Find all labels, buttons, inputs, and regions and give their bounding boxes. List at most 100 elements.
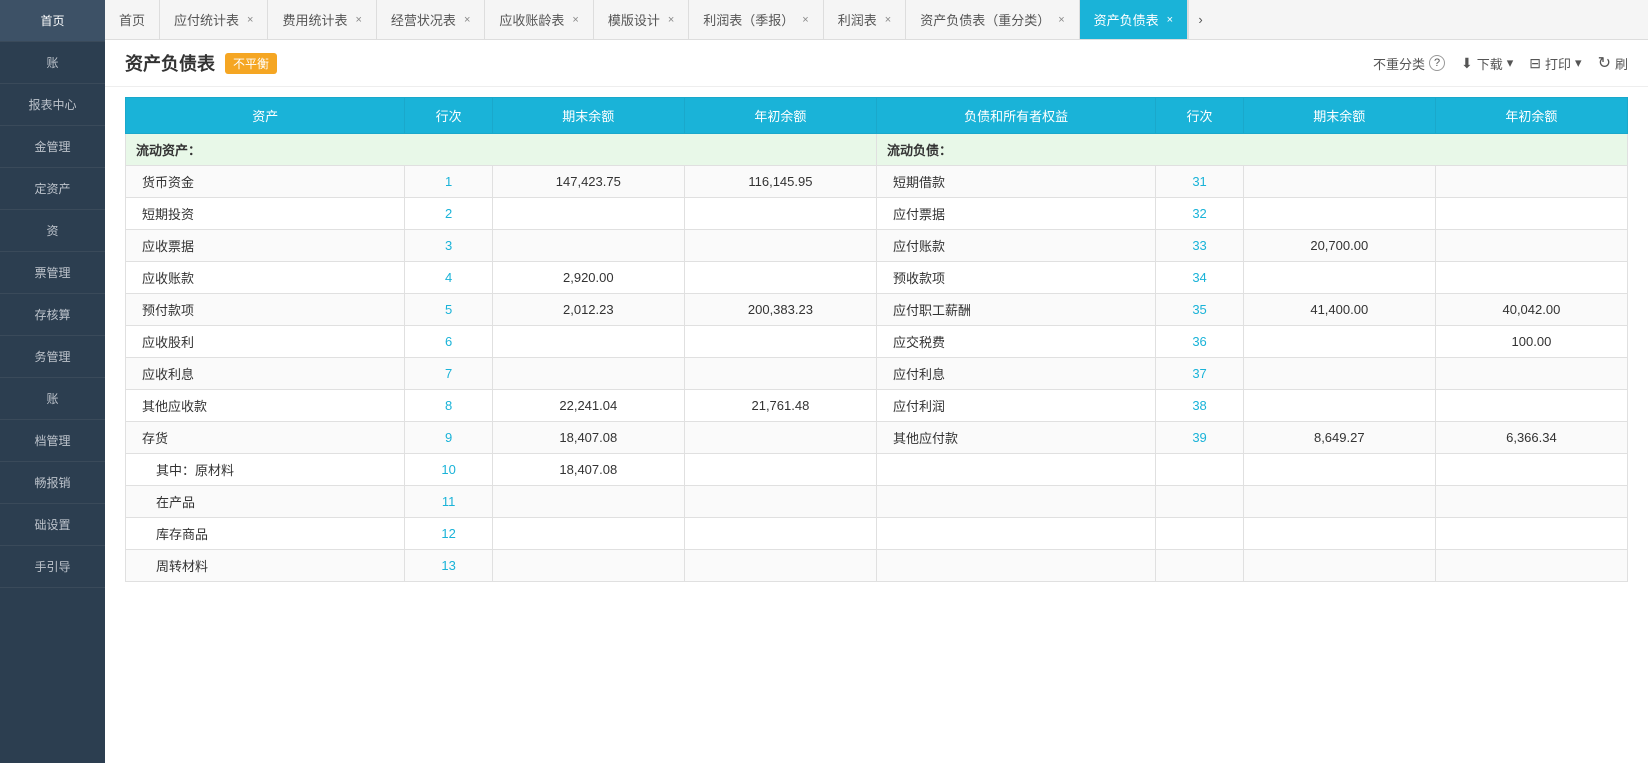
print-action[interactable]: ⊟ 打印 ▾ bbox=[1529, 54, 1581, 73]
tab-close-template-design[interactable]: × bbox=[668, 14, 674, 26]
year-start-right: 40,042.00 bbox=[1435, 294, 1627, 326]
period-end-left bbox=[492, 358, 684, 390]
asset-name: 存货 bbox=[126, 422, 405, 454]
year-start-left: 21,761.48 bbox=[684, 390, 876, 422]
year-start-left bbox=[684, 230, 876, 262]
sidebar-item-report[interactable]: 报表中心 bbox=[0, 84, 105, 126]
row-num-left: 12 bbox=[405, 518, 492, 550]
download-action[interactable]: ⬇ 下载 ▾ bbox=[1461, 54, 1513, 73]
tab-close-receivable-aging[interactable]: × bbox=[572, 14, 578, 26]
year-start-right bbox=[1435, 358, 1627, 390]
year-start-left bbox=[684, 326, 876, 358]
refresh-icon: ↻ bbox=[1598, 53, 1611, 73]
tab-close-profit[interactable]: × bbox=[885, 14, 891, 26]
refresh-action[interactable]: ↻ 刷 bbox=[1598, 53, 1628, 73]
col-row-left: 行次 bbox=[405, 98, 492, 134]
sidebar-item-tax[interactable]: 务管理 bbox=[0, 336, 105, 378]
table-row[interactable]: 库存商品 12 bbox=[126, 518, 1628, 550]
year-start-right bbox=[1435, 390, 1627, 422]
row-num-right bbox=[1156, 518, 1243, 550]
asset-name: 库存商品 bbox=[126, 518, 405, 550]
liability-name bbox=[876, 518, 1155, 550]
sidebar-item-archive[interactable]: 档管理 bbox=[0, 420, 105, 462]
liability-name: 应付票据 bbox=[876, 198, 1155, 230]
table-row[interactable]: 应收股利 6 应交税费 36 100.00 bbox=[126, 326, 1628, 358]
sidebar-item-settings[interactable]: 础设置 bbox=[0, 504, 105, 546]
row-num-right: 38 bbox=[1156, 390, 1243, 422]
table-row[interactable]: 周转材料 13 bbox=[126, 550, 1628, 582]
row-num-left: 4 bbox=[405, 262, 492, 294]
year-start-left bbox=[684, 454, 876, 486]
period-end-left bbox=[492, 326, 684, 358]
year-start-left bbox=[684, 422, 876, 454]
download-chevron-icon: ▾ bbox=[1507, 55, 1514, 71]
sidebar-item-account[interactable]: 账 bbox=[0, 42, 105, 84]
tab-close-profit-quarterly[interactable]: × bbox=[802, 14, 808, 26]
tab-profit[interactable]: 利润表 × bbox=[824, 0, 906, 40]
liability-name bbox=[876, 486, 1155, 518]
asset-name: 在产品 bbox=[126, 486, 405, 518]
sidebar-item-expense[interactable]: 畅报销 bbox=[0, 462, 105, 504]
liability-name: 应付利润 bbox=[876, 390, 1155, 422]
year-start-left: 116,145.95 bbox=[684, 166, 876, 198]
row-num-right: 35 bbox=[1156, 294, 1243, 326]
table-row[interactable]: 应收账款 4 2,920.00 预收款项 34 bbox=[126, 262, 1628, 294]
tab-close-balance-reclassified[interactable]: × bbox=[1058, 14, 1064, 26]
row-num-left: 13 bbox=[405, 550, 492, 582]
tab-operation[interactable]: 经营状况表 × bbox=[377, 0, 485, 40]
row-num-left: 3 bbox=[405, 230, 492, 262]
main-content: 首页 应付统计表 × 费用统计表 × 经营状况表 × 应收账龄表 × 模版设计 … bbox=[105, 0, 1648, 763]
year-start-left: 200,383.23 bbox=[684, 294, 876, 326]
col-period-end-right: 期末余额 bbox=[1243, 98, 1435, 134]
col-year-start-right: 年初余额 bbox=[1435, 98, 1627, 134]
row-num-right: 32 bbox=[1156, 198, 1243, 230]
sidebar-item-fixed-assets[interactable]: 定资产 bbox=[0, 168, 105, 210]
period-end-right: 20,700.00 bbox=[1243, 230, 1435, 262]
table-row[interactable]: 应收票据 3 应付账款 33 20,700.00 bbox=[126, 230, 1628, 262]
tab-close-payable-stats[interactable]: × bbox=[247, 14, 253, 26]
tab-expense-stats[interactable]: 费用统计表 × bbox=[268, 0, 376, 40]
tab-balance[interactable]: 资产负债表 × bbox=[1080, 0, 1188, 40]
year-start-left bbox=[684, 486, 876, 518]
tab-close-balance[interactable]: × bbox=[1167, 14, 1173, 26]
table-row[interactable]: 预付款项 5 2,012.23 200,383.23 应付职工薪酬 35 41,… bbox=[126, 294, 1628, 326]
row-num-left: 5 bbox=[405, 294, 492, 326]
table-row[interactable]: 在产品 11 bbox=[126, 486, 1628, 518]
tab-close-expense-stats[interactable]: × bbox=[355, 14, 361, 26]
table-row[interactable]: 短期投资 2 应付票据 32 bbox=[126, 198, 1628, 230]
table-row[interactable]: 其他应收款 8 22,241.04 21,761.48 应付利润 38 bbox=[126, 390, 1628, 422]
col-row-right: 行次 bbox=[1156, 98, 1243, 134]
tab-payable-stats[interactable]: 应付统计表 × bbox=[160, 0, 268, 40]
period-end-right bbox=[1243, 486, 1435, 518]
period-end-left bbox=[492, 198, 684, 230]
year-start-right bbox=[1435, 262, 1627, 294]
period-end-left bbox=[492, 518, 684, 550]
tab-profit-quarterly[interactable]: 利润表（季报） × bbox=[689, 0, 823, 40]
download-icon: ⬇ bbox=[1461, 55, 1473, 72]
year-start-right bbox=[1435, 166, 1627, 198]
sidebar-item-investment[interactable]: 资 bbox=[0, 210, 105, 252]
table-row[interactable]: 货币资金 1 147,423.75 116,145.95 短期借款 31 bbox=[126, 166, 1628, 198]
tab-template-design[interactable]: 模版设计 × bbox=[594, 0, 689, 40]
sidebar-item-book[interactable]: 账 bbox=[0, 378, 105, 420]
sidebar-item-guide[interactable]: 手引导 bbox=[0, 546, 105, 588]
sidebar-item-home[interactable]: 首页 bbox=[0, 0, 105, 42]
tab-home[interactable]: 首页 bbox=[105, 0, 160, 40]
period-end-right bbox=[1243, 262, 1435, 294]
period-end-left: 18,407.08 bbox=[492, 422, 684, 454]
table-row[interactable]: 应收利息 7 应付利息 37 bbox=[126, 358, 1628, 390]
table-row[interactable]: 存货 9 18,407.08 其他应付款 39 8,649.27 6,366.3… bbox=[126, 422, 1628, 454]
table-row[interactable]: 其中：原材料 10 18,407.08 bbox=[126, 454, 1628, 486]
year-start-left bbox=[684, 262, 876, 294]
tab-next-arrow[interactable]: › bbox=[1188, 0, 1212, 40]
tab-balance-reclassified[interactable]: 资产负债表（重分类） × bbox=[906, 0, 1079, 40]
sidebar-item-cash[interactable]: 金管理 bbox=[0, 126, 105, 168]
tab-receivable-aging[interactable]: 应收账龄表 × bbox=[485, 0, 593, 40]
classify-action[interactable]: 不重分类 ? bbox=[1373, 54, 1445, 73]
liability-name: 应付账款 bbox=[876, 230, 1155, 262]
sidebar-item-ticket[interactable]: 票管理 bbox=[0, 252, 105, 294]
tab-close-operation[interactable]: × bbox=[464, 14, 470, 26]
sidebar-item-inventory[interactable]: 存核算 bbox=[0, 294, 105, 336]
row-num-left: 11 bbox=[405, 486, 492, 518]
unbalanced-badge: 不平衡 bbox=[225, 53, 277, 74]
